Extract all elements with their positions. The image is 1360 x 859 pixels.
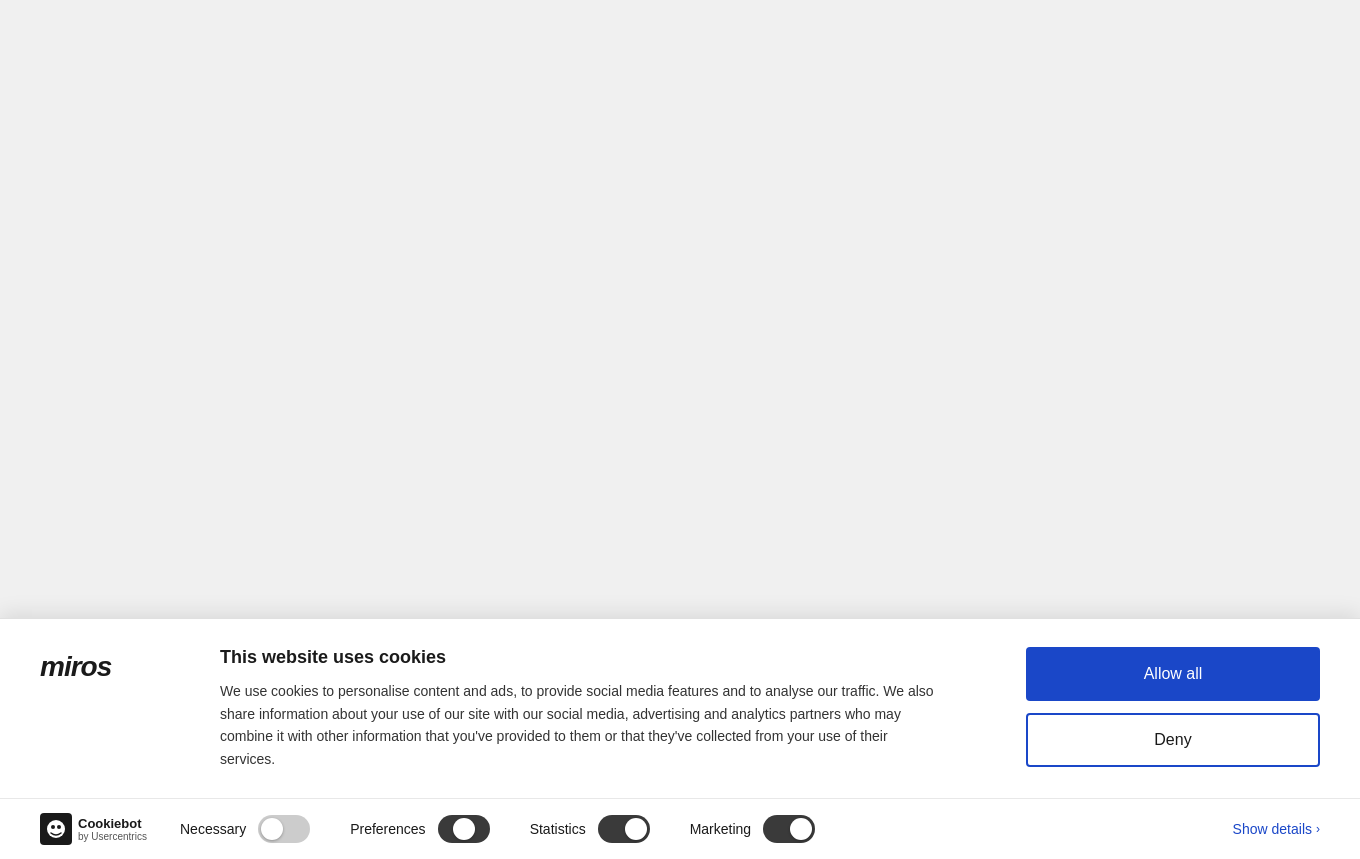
toggle-statistics[interactable]: [598, 815, 650, 843]
cookie-footer: Cookiebot by Usercentrics Necessary Pref…: [0, 798, 1360, 859]
cookie-logo-area: miros: [40, 647, 180, 683]
cookiebot-icon: [40, 813, 72, 845]
toggle-preferences[interactable]: [438, 815, 490, 843]
toggle-group-marketing: Marketing: [690, 815, 815, 843]
toggle-statistics-label: Statistics: [530, 821, 586, 837]
cookiebot-logo-area: Cookiebot by Usercentrics: [40, 813, 180, 845]
allow-all-button[interactable]: Allow all: [1026, 647, 1320, 701]
cookie-actions: Allow all Deny: [1026, 647, 1320, 767]
miros-logo: miros: [40, 651, 111, 683]
toggle-marketing-thumb: [790, 818, 812, 840]
cookie-banner: miros This website uses cookies We use c…: [0, 618, 1360, 859]
toggle-preferences-label: Preferences: [350, 821, 425, 837]
svg-point-2: [51, 825, 55, 829]
toggle-necessary[interactable]: [258, 815, 310, 843]
show-details-text: Show details: [1233, 821, 1312, 837]
deny-button[interactable]: Deny: [1026, 713, 1320, 767]
cookiebot-sub-text: by Usercentrics: [78, 831, 147, 842]
show-details-link[interactable]: Show details ›: [1233, 821, 1320, 837]
cookie-title: This website uses cookies: [220, 647, 986, 668]
chevron-right-icon: ›: [1316, 822, 1320, 836]
cookiebot-logo-text: Cookiebot by Usercentrics: [78, 816, 147, 842]
toggle-necessary-label: Necessary: [180, 821, 246, 837]
svg-point-3: [57, 825, 61, 829]
cookiebot-brand-name: Cookiebot: [78, 816, 142, 831]
cookiebot-logo-wrapper: Cookiebot by Usercentrics: [40, 813, 180, 845]
toggle-marketing-track: [763, 815, 815, 843]
page-background: [0, 0, 1360, 593]
toggle-statistics-track: [598, 815, 650, 843]
toggle-statistics-thumb: [625, 818, 647, 840]
cookie-main-section: miros This website uses cookies We use c…: [0, 619, 1360, 798]
cookie-toggles: Necessary Preferences Stat: [180, 815, 1233, 843]
toggle-preferences-thumb: [453, 818, 475, 840]
toggle-group-preferences: Preferences: [350, 815, 489, 843]
cookie-content: This website uses cookies We use cookies…: [220, 647, 986, 770]
cookie-description: We use cookies to personalise content an…: [220, 680, 940, 770]
toggle-necessary-thumb: [261, 818, 283, 840]
toggle-marketing-label: Marketing: [690, 821, 751, 837]
toggle-preferences-track: [438, 815, 490, 843]
toggle-group-necessary: Necessary: [180, 815, 310, 843]
toggle-group-statistics: Statistics: [530, 815, 650, 843]
toggle-marketing[interactable]: [763, 815, 815, 843]
toggle-necessary-track: [258, 815, 310, 843]
